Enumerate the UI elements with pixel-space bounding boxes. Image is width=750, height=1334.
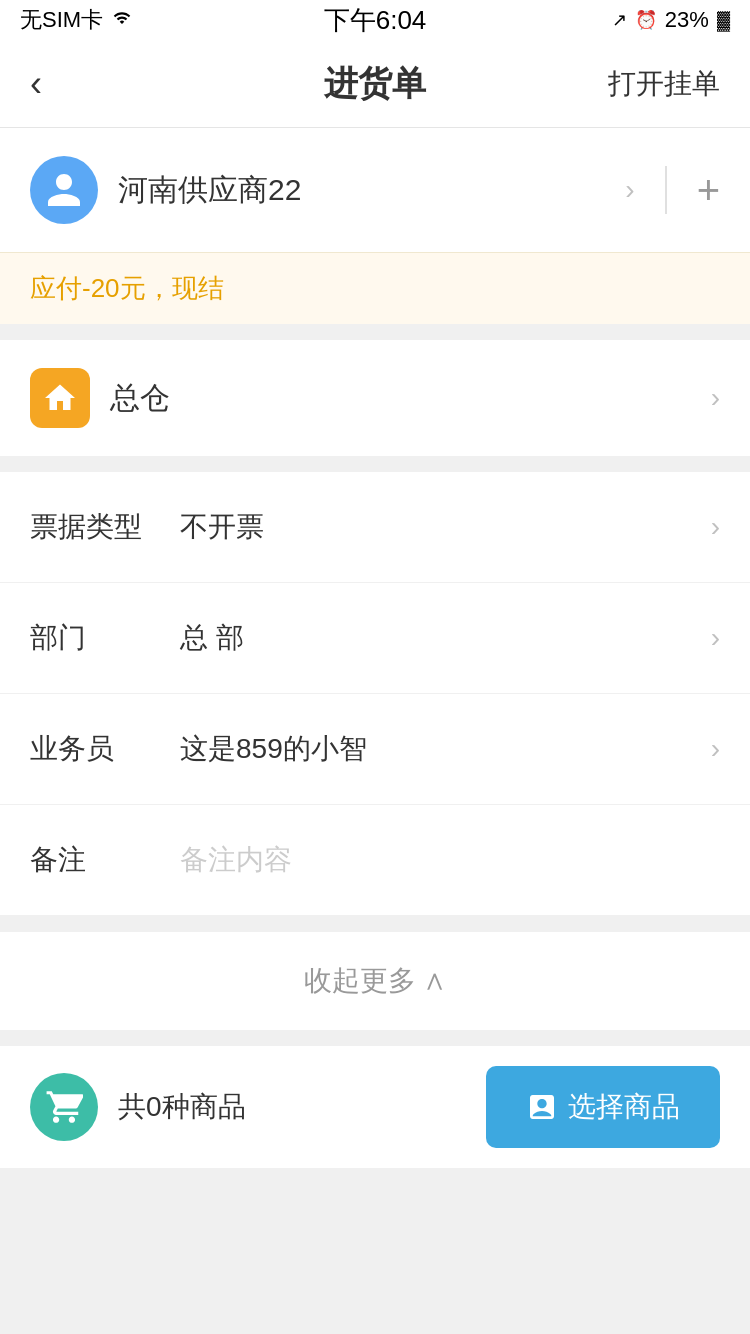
bottom-bar: 共0种商品 选择商品 bbox=[0, 1046, 750, 1168]
department-label: 部门 bbox=[30, 619, 150, 657]
status-bar: 无SIM卡 下午6:04 ↗ ⏰ 23% ▓ bbox=[0, 0, 750, 40]
select-product-button[interactable]: 选择商品 bbox=[486, 1066, 720, 1148]
invoice-type-chevron-icon: › bbox=[711, 511, 720, 543]
department-value: 总 部 bbox=[180, 619, 711, 657]
supplier-name: 河南供应商22 bbox=[118, 170, 625, 211]
remarks-label: 备注 bbox=[30, 841, 150, 879]
select-product-icon bbox=[526, 1091, 558, 1123]
status-time: 下午6:04 bbox=[324, 3, 427, 38]
status-left: 无SIM卡 bbox=[20, 5, 133, 35]
notice-text: 应付-20元，现结 bbox=[30, 273, 224, 303]
department-chevron-icon: › bbox=[711, 622, 720, 654]
supplier-chevron-icon: › bbox=[625, 174, 634, 206]
location-icon: ↗ bbox=[612, 9, 627, 31]
warehouse-section: 总仓 › bbox=[0, 340, 750, 456]
person-icon bbox=[44, 170, 84, 210]
wifi-icon bbox=[111, 7, 133, 33]
battery-icon: ▓ bbox=[717, 10, 730, 31]
salesperson-value: 这是859的小智 bbox=[180, 730, 711, 768]
warehouse-row[interactable]: 总仓 › bbox=[0, 340, 750, 456]
remaining-space bbox=[0, 1168, 750, 1334]
remarks-row[interactable]: 备注 备注内容 bbox=[0, 805, 750, 915]
battery-label: 23% bbox=[665, 7, 709, 33]
back-button[interactable]: ‹ bbox=[30, 63, 90, 105]
home-icon bbox=[42, 380, 78, 416]
select-product-label: 选择商品 bbox=[568, 1088, 680, 1126]
invoice-type-label: 票据类型 bbox=[30, 508, 150, 546]
nav-bar: ‹ 进货单 打开挂单 bbox=[0, 40, 750, 128]
add-supplier-button[interactable]: + bbox=[697, 170, 720, 210]
form-section: 票据类型 不开票 › 部门 总 部 › 业务员 这是859的小智 › 备注 备注… bbox=[0, 472, 750, 915]
supplier-row[interactable]: 河南供应商22 › + bbox=[0, 128, 750, 252]
supplier-divider bbox=[665, 166, 667, 214]
remarks-input[interactable]: 备注内容 bbox=[180, 841, 720, 879]
invoice-type-row[interactable]: 票据类型 不开票 › bbox=[0, 472, 750, 583]
supplier-section: 河南供应商22 › + 应付-20元，现结 bbox=[0, 128, 750, 324]
carrier-label: 无SIM卡 bbox=[20, 5, 103, 35]
product-count-label: 共0种商品 bbox=[118, 1088, 486, 1126]
salesperson-row[interactable]: 业务员 这是859的小智 › bbox=[0, 694, 750, 805]
cart-icon bbox=[45, 1088, 83, 1126]
warehouse-chevron-icon: › bbox=[711, 382, 720, 414]
alarm-icon: ⏰ bbox=[635, 9, 657, 31]
supplier-avatar bbox=[30, 156, 98, 224]
open-pending-button[interactable]: 打开挂单 bbox=[608, 65, 720, 103]
collapse-button[interactable]: 收起更多 ∧ bbox=[0, 931, 750, 1030]
warehouse-name: 总仓 bbox=[110, 378, 711, 419]
salesperson-label: 业务员 bbox=[30, 730, 150, 768]
salesperson-chevron-icon: › bbox=[711, 733, 720, 765]
product-icon bbox=[30, 1073, 98, 1141]
department-row[interactable]: 部门 总 部 › bbox=[0, 583, 750, 694]
content-area: 河南供应商22 › + 应付-20元，现结 总仓 › 票据类型 不开票 › bbox=[0, 128, 750, 1334]
warehouse-icon bbox=[30, 368, 90, 428]
notice-bar: 应付-20元，现结 bbox=[0, 252, 750, 324]
collapse-label: 收起更多 ∧ bbox=[304, 965, 447, 996]
page-title: 进货单 bbox=[324, 61, 426, 107]
invoice-type-value: 不开票 bbox=[180, 508, 711, 546]
status-right: ↗ ⏰ 23% ▓ bbox=[612, 7, 730, 33]
